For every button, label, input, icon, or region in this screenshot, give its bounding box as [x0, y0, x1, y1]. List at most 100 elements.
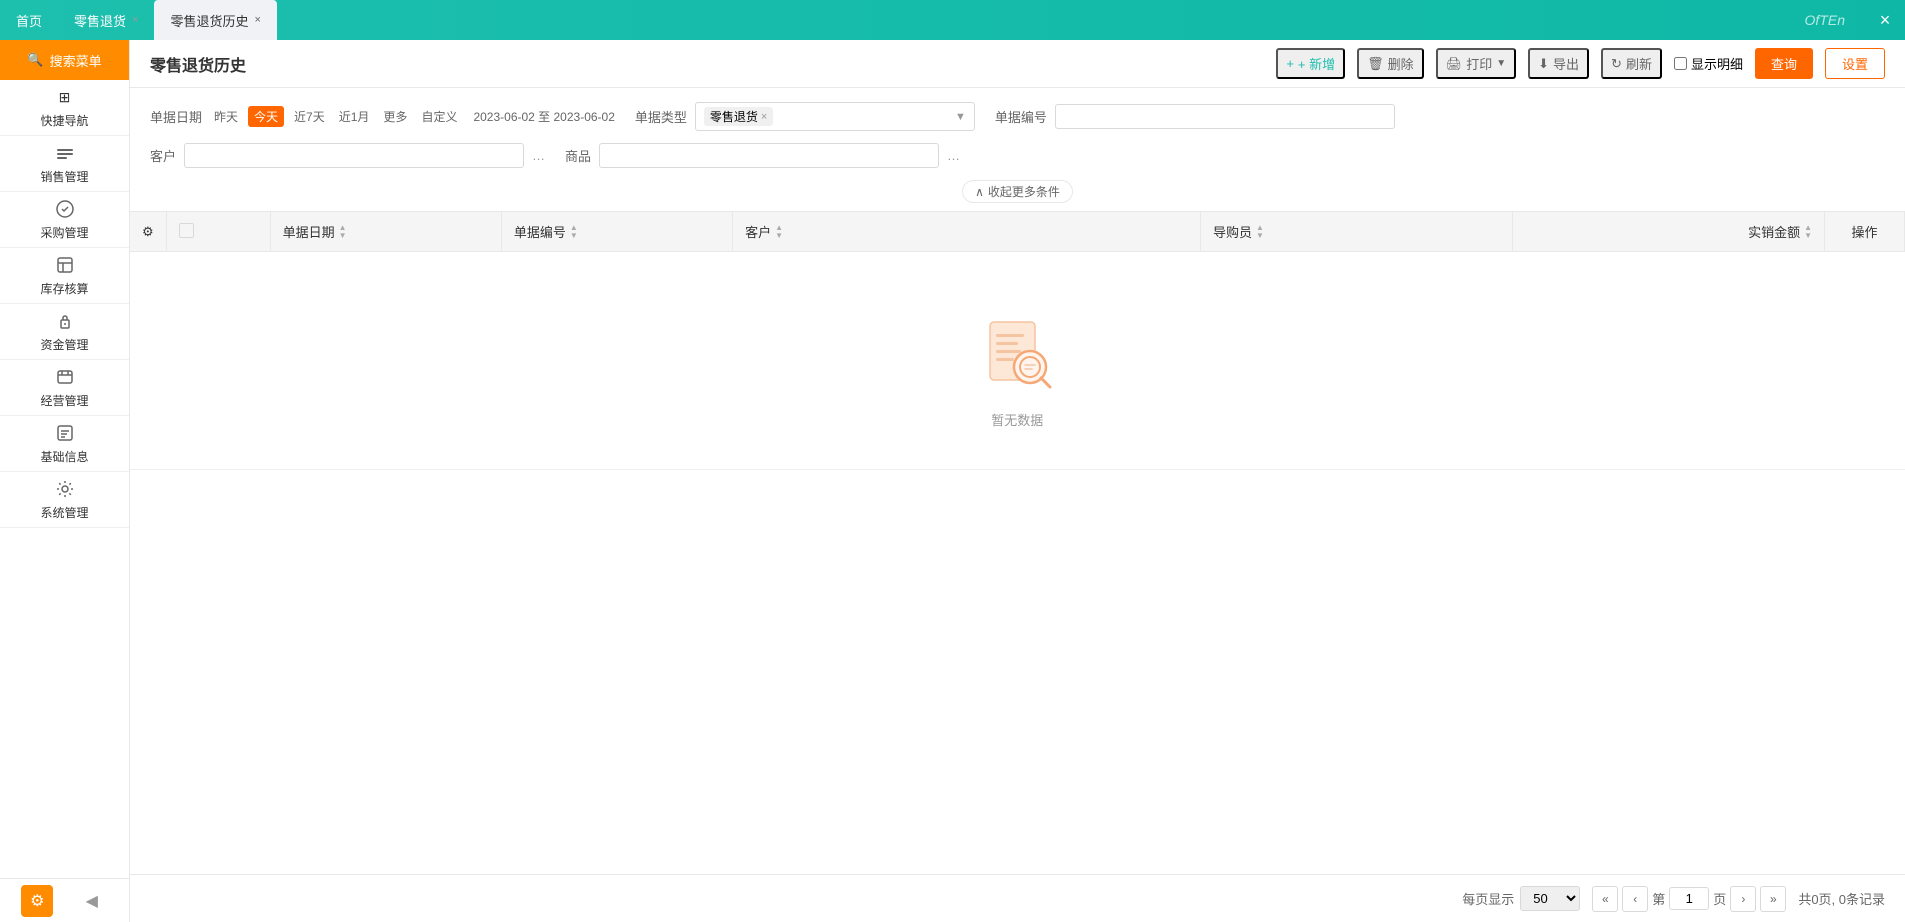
sidebar: 🔍 搜索菜单 ⊞ 快捷导航 销售管理 采购管理: [0, 40, 130, 922]
col-checkbox[interactable]: [166, 212, 270, 252]
col-voucher[interactable]: 单据编号 ▲▼: [501, 212, 732, 252]
col-date[interactable]: 单据日期 ▲▼: [270, 212, 501, 252]
col-amount[interactable]: 实销金额 ▲▼: [1513, 212, 1825, 252]
date-opt-more[interactable]: 更多: [379, 106, 411, 127]
voucher-label: 单据编号: [995, 107, 1047, 126]
collapse-button[interactable]: ∧ 收起更多条件: [962, 180, 1073, 203]
goods-input[interactable]: [599, 143, 939, 168]
page-input[interactable]: [1669, 887, 1709, 910]
sidebar-search-button[interactable]: 🔍 搜索菜单: [0, 40, 129, 80]
refresh-icon: ↻: [1611, 56, 1622, 72]
type-tag-close[interactable]: ×: [761, 111, 767, 123]
table-body: 暂无数据: [130, 252, 1905, 470]
voucher-input[interactable]: [1055, 104, 1395, 129]
type-select-arrow: ▼: [955, 111, 966, 123]
data-table: ⚙ 单据日期 ▲▼ 单据编号: [130, 212, 1905, 470]
page-total: 共0页, 0条记录: [1798, 889, 1885, 908]
page-label-prefix: 第: [1652, 889, 1665, 908]
col-settings[interactable]: ⚙: [130, 212, 166, 252]
tab-retail-return-history[interactable]: 零售退货历史 ×: [154, 0, 276, 40]
print-dropdown-icon: ▼: [1496, 58, 1506, 69]
page-label: 页: [1713, 889, 1726, 908]
date-opt-yesterday[interactable]: 昨天: [210, 106, 242, 127]
next-page-button[interactable]: ›: [1730, 886, 1756, 912]
type-select[interactable]: 零售退货 × ▼: [695, 102, 975, 131]
refresh-button[interactable]: ↻ 刷新: [1601, 48, 1662, 79]
page-size-select: 每页显示 50 10 20 100: [1462, 886, 1580, 911]
sidebar-item-sys-mgmt[interactable]: 系统管理: [0, 472, 129, 528]
type-tag: 零售退货 ×: [704, 107, 773, 126]
sidebar-toggle-button[interactable]: ◀: [76, 885, 108, 917]
pagination-area: 每页显示 50 10 20 100 « ‹ 第 页 › » 共0页, 0条记录: [130, 874, 1905, 922]
collapse-up-icon: ∧: [975, 185, 984, 199]
sys-mgmt-icon: [54, 478, 76, 500]
date-opt-7days[interactable]: 近7天: [290, 106, 329, 127]
tab-retail-return-history-close[interactable]: ×: [254, 14, 260, 26]
date-range: 2023-06-02 至 2023-06-02: [473, 108, 614, 125]
sidebar-item-operations-label: 经营管理: [40, 392, 88, 409]
filter-customer: 客户 …: [150, 143, 545, 168]
date-opt-1month[interactable]: 近1月: [335, 106, 374, 127]
sidebar-item-purchase-mgmt[interactable]: 采购管理: [0, 192, 129, 248]
new-button[interactable]: + + 新增: [1276, 48, 1345, 79]
sidebar-item-basic-info-label: 基础信息: [40, 448, 88, 465]
tab-home[interactable]: 首页: [0, 0, 58, 40]
first-page-button[interactable]: «: [1592, 886, 1618, 912]
print-icon: 🖨: [1446, 56, 1463, 72]
customer-ellipsis[interactable]: …: [532, 148, 545, 163]
col-guide[interactable]: 导购员 ▲▼: [1201, 212, 1513, 252]
table-area: ⚙ 单据日期 ▲▼ 单据编号: [130, 212, 1905, 874]
goods-label: 商品: [565, 146, 591, 165]
date-opt-custom[interactable]: 自定义: [417, 106, 461, 127]
sales-mgmt-icon: [54, 142, 76, 164]
sidebar-item-operations[interactable]: 经营管理: [0, 360, 129, 416]
setting-button[interactable]: 设置: [1825, 48, 1885, 79]
last-page-button[interactable]: »: [1760, 886, 1786, 912]
col-customer[interactable]: 客户 ▲▼: [733, 212, 1201, 252]
prev-page-button[interactable]: ‹: [1622, 886, 1648, 912]
sidebar-item-quick-nav[interactable]: ⊞ 快捷导航: [0, 80, 129, 136]
tab-retail-return[interactable]: 零售退货 ×: [58, 0, 154, 40]
sidebar-item-inventory[interactable]: 库存核算: [0, 248, 129, 304]
tab-retail-return-history-label: 零售退货历史: [170, 11, 248, 30]
delete-button[interactable]: 🗑 删除: [1357, 48, 1424, 79]
tab-bar: 首页 零售退货 × 零售退货历史 ×: [0, 0, 1865, 40]
sidebar-item-finance[interactable]: 资金管理: [0, 304, 129, 360]
export-icon: ⬇: [1538, 56, 1549, 72]
col-guide-sort[interactable]: ▲▼: [1256, 224, 1264, 240]
sidebar-settings-button[interactable]: ⚙: [21, 885, 53, 917]
collapse-bar: ∧ 收起更多条件: [150, 180, 1885, 203]
col-voucher-label: 单据编号: [514, 222, 566, 241]
date-opt-today[interactable]: 今天: [248, 106, 284, 127]
col-amount-sort[interactable]: ▲▼: [1804, 224, 1812, 240]
query-button[interactable]: 查询: [1755, 48, 1813, 79]
collapse-label: 收起更多条件: [988, 183, 1060, 200]
col-customer-sort[interactable]: ▲▼: [775, 224, 783, 240]
sidebar-item-sys-mgmt-label: 系统管理: [40, 504, 88, 521]
show-detail-input[interactable]: [1674, 57, 1687, 70]
sidebar-item-sales-mgmt[interactable]: 销售管理: [0, 136, 129, 192]
sidebar-item-inventory-label: 库存核算: [40, 280, 88, 297]
select-all-checkbox[interactable]: [179, 223, 194, 238]
tab-retail-return-close[interactable]: ×: [132, 14, 138, 26]
col-date-sort[interactable]: ▲▼: [339, 224, 347, 240]
export-button[interactable]: ⬇ 导出: [1528, 48, 1589, 79]
customer-input[interactable]: [184, 143, 524, 168]
sidebar-nav: ⊞ 快捷导航 销售管理 采购管理 库存核算: [0, 80, 129, 878]
sidebar-item-basic-info[interactable]: 基础信息: [0, 416, 129, 472]
content-area: 零售退货历史 + + 新增 🗑 删除 🖨 打印 ▼ ⬇ 导出: [130, 40, 1905, 922]
filter-voucher: 单据编号: [995, 104, 1395, 129]
sidebar-search-label: 搜索菜单: [50, 51, 102, 70]
goods-ellipsis[interactable]: …: [947, 148, 960, 163]
page-size-dropdown[interactable]: 50 10 20 100: [1520, 886, 1580, 911]
show-detail-checkbox[interactable]: 显示明细: [1674, 54, 1743, 73]
filter-date: 单据日期 昨天 今天 近7天 近1月 更多 自定义 2023-06-02 至 2…: [150, 106, 615, 127]
col-amount-label: 实销金额: [1748, 222, 1800, 241]
window-close-button[interactable]: ×: [1865, 0, 1905, 40]
print-button[interactable]: 🖨 打印 ▼: [1436, 48, 1516, 79]
page-actions: + + 新增 🗑 删除 🖨 打印 ▼ ⬇ 导出 ↻: [1276, 48, 1885, 79]
col-voucher-sort[interactable]: ▲▼: [570, 224, 578, 240]
page-title: 零售退货历史: [150, 52, 246, 76]
purchase-mgmt-icon: [54, 198, 76, 220]
quick-nav-icon: ⊞: [54, 86, 76, 108]
